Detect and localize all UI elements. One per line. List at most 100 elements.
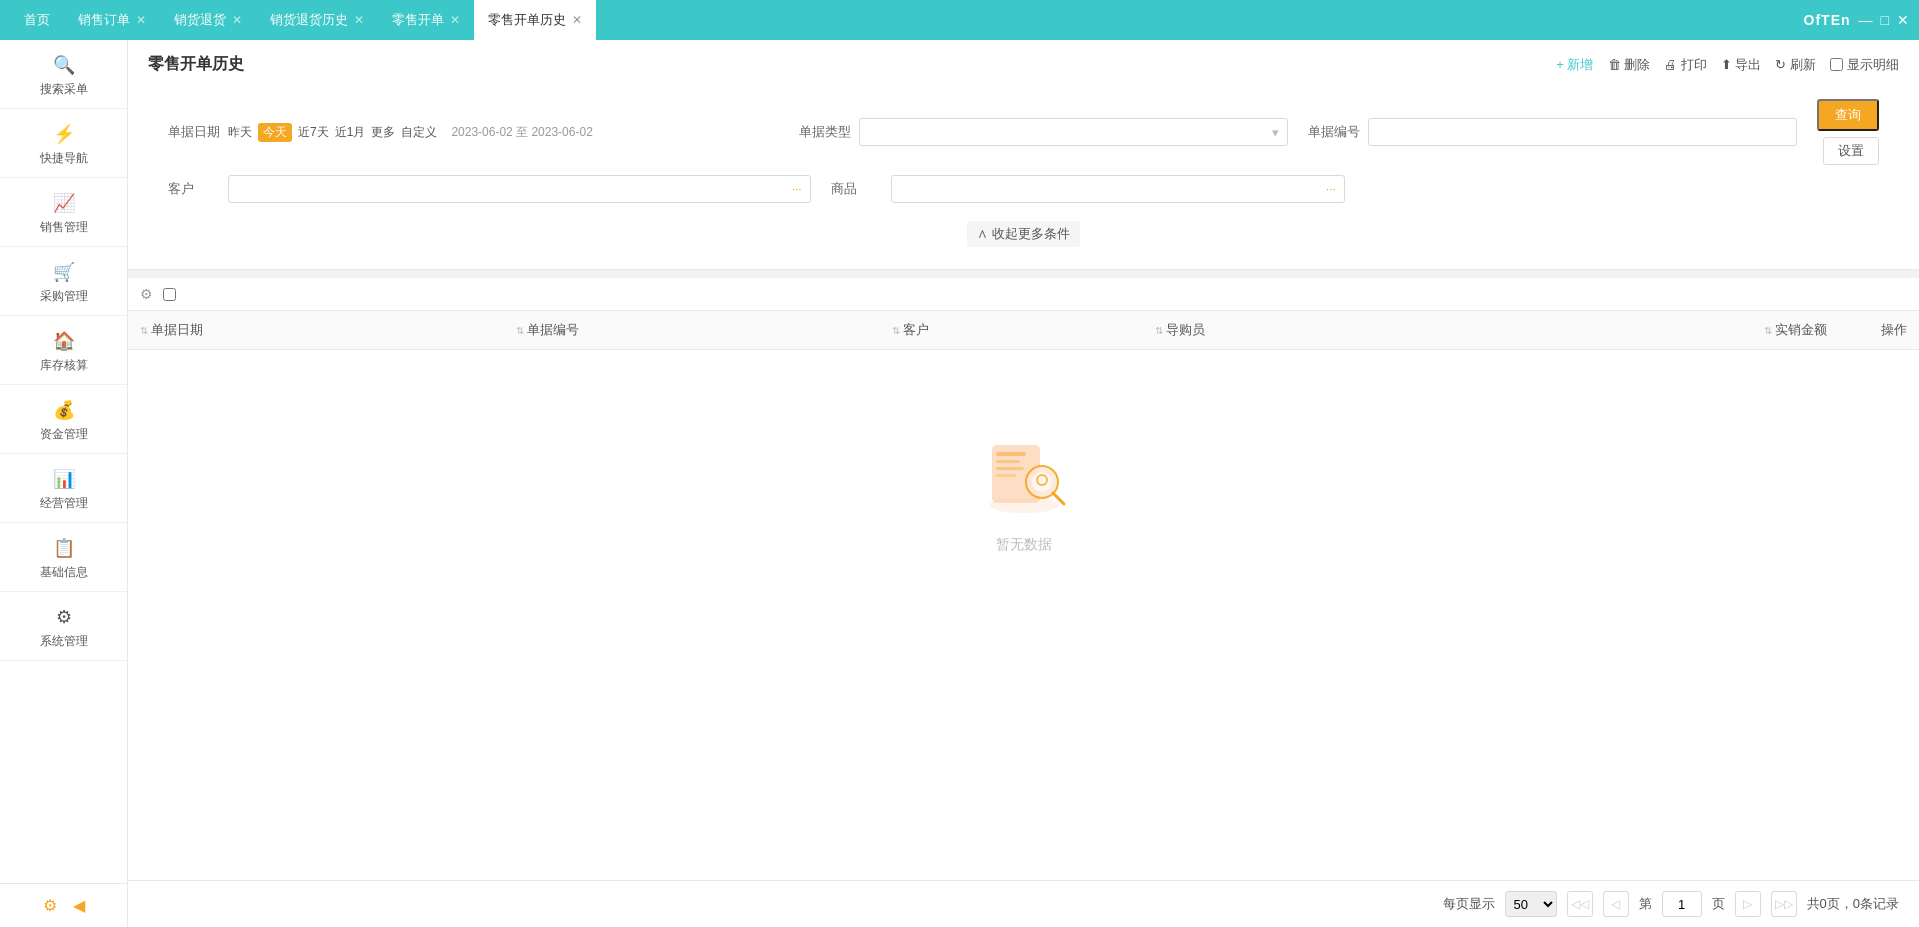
date-shortcut-yesterday[interactable]: 昨天 xyxy=(228,124,252,141)
tab-retail-open[interactable]: 零售开单 ✕ xyxy=(378,0,474,40)
tab-label-retail-open: 零售开单 xyxy=(392,11,444,29)
tab-label-sales-order: 销售订单 xyxy=(78,11,130,29)
delete-button[interactable]: 🗑 删除 xyxy=(1608,56,1651,74)
first-page-btn[interactable]: ◁◁ xyxy=(1567,891,1593,917)
tab-close-retail-open-history[interactable]: ✕ xyxy=(572,13,582,27)
sidebar-label-operations: 经营管理 xyxy=(40,495,88,512)
sort-amount[interactable]: ⇅ xyxy=(1764,325,1775,336)
doc-no-input[interactable] xyxy=(1368,118,1797,146)
table-toolbar: ⚙ xyxy=(128,278,1919,311)
page-number-input[interactable] xyxy=(1662,891,1702,917)
tab-close-sales-return-history[interactable]: ✕ xyxy=(354,13,364,27)
svg-rect-3 xyxy=(996,460,1020,463)
collapse-sidebar-icon[interactable]: ◀ xyxy=(73,896,85,915)
prev-page-btn[interactable]: ◁ xyxy=(1603,891,1629,917)
content-area: 零售开单历史 + 新增 🗑 删除 🖨 打印 ⬆ 导出 ↻ 刷新 显示明细 xyxy=(128,40,1919,927)
sys-mgmt-icon: ⚙ xyxy=(56,606,72,628)
table-settings-icon[interactable]: ⚙ xyxy=(140,286,153,302)
tab-close-retail-open[interactable]: ✕ xyxy=(450,13,460,27)
sort-customer[interactable]: ⇅ xyxy=(892,325,903,336)
date-shortcut-last1month[interactable]: 近1月 xyxy=(335,124,366,141)
refresh-button[interactable]: ↻ 刷新 xyxy=(1775,56,1816,74)
filter-area: 单据日期 昨天今天近7天近1月更多自定义 2023-06-02 至 2023-0… xyxy=(148,89,1899,269)
table-header: ⇅ 单据日期⇅ 单据编号⇅ 客户⇅ 导购员⇅ 实销金额操作 xyxy=(128,311,1919,350)
collapse-btn[interactable]: ∧ 收起更多条件 xyxy=(967,221,1080,247)
svg-rect-5 xyxy=(996,474,1016,477)
export-button[interactable]: ⬆ 导出 xyxy=(1721,56,1762,74)
doc-no-filter-item: 单据编号 xyxy=(1308,118,1797,146)
product-select[interactable]: ··· xyxy=(891,175,1345,203)
select-all-checkbox[interactable] xyxy=(163,288,176,301)
doc-type-select[interactable]: ▾ xyxy=(859,118,1288,146)
per-page-select[interactable]: 102050100 xyxy=(1505,891,1557,917)
brand-label: OfTEn xyxy=(1804,12,1851,28)
inventory-icon: 🏠 xyxy=(53,330,75,352)
sort-no[interactable]: ⇅ xyxy=(516,325,527,336)
sidebar-item-finance-mgmt[interactable]: 💰 资金管理 xyxy=(0,385,127,454)
close-btn[interactable]: ✕ xyxy=(1897,12,1909,28)
sidebar-label-purchase-mgmt: 采购管理 xyxy=(40,288,88,305)
sidebar-label-finance-mgmt: 资金管理 xyxy=(40,426,88,443)
minimize-btn[interactable]: — xyxy=(1859,12,1873,28)
customer-ellipsis[interactable]: ··· xyxy=(792,182,802,196)
tab-sales-order[interactable]: 销售订单 ✕ xyxy=(64,0,160,40)
tab-home[interactable]: 首页 xyxy=(10,0,64,40)
sidebar-item-sales-mgmt[interactable]: 📈 销售管理 xyxy=(0,178,127,247)
sidebar-item-sys-mgmt[interactable]: ⚙ 系统管理 xyxy=(0,592,127,661)
window-controls: OfTEn — □ ✕ xyxy=(1804,12,1909,28)
sidebar-item-search[interactable]: 🔍搜索采单 xyxy=(0,40,127,109)
tab-label-sales-return-history: 销货退货历史 xyxy=(270,11,348,29)
settings-button[interactable]: 设置 xyxy=(1823,137,1879,165)
sidebar-label-basic-info: 基础信息 xyxy=(40,564,88,581)
date-shortcut-today[interactable]: 今天 xyxy=(258,123,292,142)
header-row: ⇅ 单据日期⇅ 单据编号⇅ 客户⇅ 导购员⇅ 实销金额操作 xyxy=(128,311,1919,350)
product-label: 商品 xyxy=(831,180,883,198)
tab-retail-open-history[interactable]: 零售开单历史✕ xyxy=(474,0,596,40)
tab-bar: 首页销售订单✕销货退货✕销货退货历史✕零售开单✕零售开单历史✕ xyxy=(10,0,596,40)
svg-rect-4 xyxy=(996,467,1024,470)
sidebar-item-basic-info[interactable]: 📋基础信息 xyxy=(0,523,127,592)
query-button[interactable]: 查询 xyxy=(1817,99,1879,131)
tab-label-sales-return: 销货退货 xyxy=(174,11,226,29)
data-table: ⇅ 单据日期⇅ 单据编号⇅ 客户⇅ 导购员⇅ 实销金额操作 xyxy=(128,311,1919,350)
customer-label: 客户 xyxy=(168,180,220,198)
show-detail-input[interactable] xyxy=(1830,58,1843,71)
date-shortcut-more[interactable]: 更多 xyxy=(371,124,395,141)
show-detail-label: 显示明细 xyxy=(1847,56,1899,74)
page-title: 零售开单历史 xyxy=(148,54,244,75)
doc-no-label: 单据编号 xyxy=(1308,123,1360,141)
tab-close-sales-return[interactable]: ✕ xyxy=(232,13,242,27)
doc-type-dropdown-icon: ▾ xyxy=(1272,125,1279,140)
print-button[interactable]: 🖨 打印 xyxy=(1664,56,1707,74)
tab-sales-return[interactable]: 销货退货 ✕ xyxy=(160,0,256,40)
sidebar-footer: ⚙ ◀ xyxy=(0,883,127,927)
new-button[interactable]: + 新增 xyxy=(1556,56,1593,74)
maximize-btn[interactable]: □ xyxy=(1881,12,1889,28)
date-shortcut-last7days[interactable]: 近7天 xyxy=(298,124,329,141)
customer-select[interactable]: ··· xyxy=(228,175,811,203)
sidebar-label-sys-mgmt: 系统管理 xyxy=(40,633,88,650)
action-btns: 查询 设置 xyxy=(1817,99,1879,165)
sales-mgmt-icon: 📈 xyxy=(53,192,75,214)
sidebar-item-inventory[interactable]: 🏠库存核算 xyxy=(0,316,127,385)
sidebar-label-sales-mgmt: 销售管理 xyxy=(40,219,88,236)
product-ellipsis[interactable]: ··· xyxy=(1326,182,1336,196)
sort-date[interactable]: ⇅ xyxy=(140,325,151,336)
finance-mgmt-icon: 💰 xyxy=(53,399,75,421)
tab-close-sales-order[interactable]: ✕ xyxy=(136,13,146,27)
sidebar-item-purchase-mgmt[interactable]: 🛒采购管理 xyxy=(0,247,127,316)
tab-label-home: 首页 xyxy=(24,11,50,29)
tab-sales-return-history[interactable]: 销货退货历史 ✕ xyxy=(256,0,378,40)
sidebar-item-operations[interactable]: 📊经营管理 xyxy=(0,454,127,523)
sort-salesperson[interactable]: ⇅ xyxy=(1155,325,1166,336)
date-filter-item: 单据日期 昨天今天近7天近1月更多自定义 2023-06-02 至 2023-0… xyxy=(168,123,779,142)
show-detail-checkbox[interactable]: 显示明细 xyxy=(1830,56,1899,74)
next-page-btn[interactable]: ▷ xyxy=(1735,891,1761,917)
sidebar-item-quick-nav[interactable]: ⚡快捷导航 xyxy=(0,109,127,178)
date-shortcut-custom[interactable]: 自定义 xyxy=(401,124,437,141)
th-amount: ⇅ 实销金额 xyxy=(1463,311,1839,350)
settings-icon[interactable]: ⚙ xyxy=(43,896,57,915)
page-header: 零售开单历史 + 新增 🗑 删除 🖨 打印 ⬆ 导出 ↻ 刷新 显示明细 xyxy=(128,40,1919,270)
total-label: 共0页，0条记录 xyxy=(1807,895,1899,913)
last-page-btn[interactable]: ▷▷ xyxy=(1771,891,1797,917)
